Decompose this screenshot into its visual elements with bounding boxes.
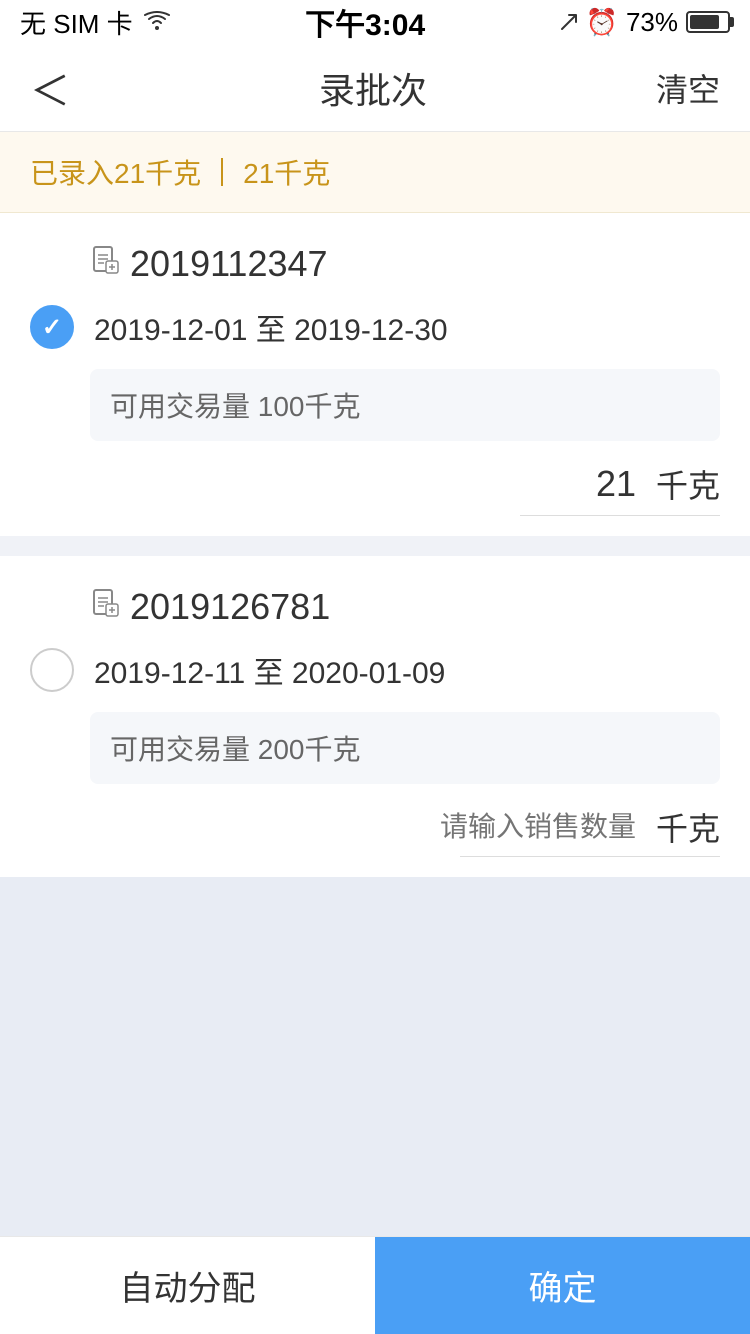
item-1-select-row[interactable]: 2019-12-01 至 2019-12-30 bbox=[30, 305, 720, 349]
back-button[interactable]: ＜ bbox=[30, 59, 90, 117]
carrier-text: 无 SIM 卡 bbox=[20, 4, 133, 41]
confirm-button[interactable]: 确定 bbox=[375, 1237, 750, 1334]
status-time: 下午3:04 bbox=[305, 0, 425, 44]
item-2-id: 2019126781 bbox=[130, 586, 330, 628]
entered-amount-label: 已录入21千克 bbox=[30, 152, 201, 192]
item-2-input-wrapper: 千克 bbox=[356, 804, 720, 857]
info-bar: 已录入21千克 21千克 bbox=[0, 132, 750, 213]
clear-button[interactable]: 清空 bbox=[656, 65, 720, 111]
location-icon bbox=[560, 7, 578, 38]
item-1-capacity-text: 可用交易量 100千克 bbox=[110, 391, 361, 422]
item-1-quantity-row: 21 千克 bbox=[0, 441, 750, 536]
status-bar: 无 SIM 卡 下午3:04 ⏰ 73% bbox=[0, 0, 750, 44]
item-1-header: 2019112347 bbox=[30, 243, 720, 285]
item-2-select-row[interactable]: 2019-12-11 至 2020-01-09 bbox=[30, 648, 720, 692]
item-1-quantity-container: 21 千克 bbox=[30, 461, 720, 516]
item-2-header: 2019126781 bbox=[30, 586, 720, 628]
auto-distribute-button[interactable]: 自动分配 bbox=[0, 1237, 375, 1334]
item-1-radio[interactable] bbox=[30, 305, 74, 349]
item-1-card: 2019112347 2019-12-01 至 2019-12-30 可用交易量… bbox=[0, 213, 750, 441]
document-icon-2 bbox=[90, 588, 120, 626]
section-divider-1 bbox=[0, 536, 750, 556]
page-title: 录批次 bbox=[319, 62, 427, 114]
item-2-input-line bbox=[460, 856, 720, 857]
item-1-quantity-line bbox=[520, 515, 720, 516]
item-1-capacity: 可用交易量 100千克 bbox=[90, 369, 720, 441]
item-2-quantity-input[interactable] bbox=[356, 811, 636, 843]
battery-percentage: 73% bbox=[626, 7, 678, 38]
item-2-input-row: 千克 bbox=[0, 784, 750, 877]
status-right: ⏰ 73% bbox=[560, 7, 730, 38]
alarm-icon: ⏰ bbox=[586, 7, 618, 38]
status-left: 无 SIM 卡 bbox=[20, 4, 171, 41]
nav-bar: ＜ 录批次 清空 bbox=[0, 44, 750, 132]
wifi-icon bbox=[143, 7, 171, 38]
document-icon-1 bbox=[90, 245, 120, 283]
item-1-quantity-unit: 千克 bbox=[656, 461, 720, 507]
item-2-date: 2019-12-11 至 2020-01-09 bbox=[94, 648, 445, 692]
info-divider bbox=[221, 158, 223, 186]
item-1-id: 2019112347 bbox=[130, 243, 328, 285]
item-2-capacity-text: 可用交易量 200千克 bbox=[110, 734, 361, 765]
item-2-card: 2019126781 2019-12-11 至 2020-01-09 可用交易量… bbox=[0, 556, 750, 877]
battery-icon bbox=[686, 11, 730, 33]
item-1-date: 2019-12-01 至 2019-12-30 bbox=[94, 305, 448, 349]
item-2-capacity: 可用交易量 200千克 bbox=[90, 712, 720, 784]
item-2-unit: 千克 bbox=[656, 804, 720, 850]
item-2-radio[interactable] bbox=[30, 648, 74, 692]
entered-amount-value: 21千克 bbox=[243, 152, 330, 192]
bottom-bar: 自动分配 确定 bbox=[0, 1236, 750, 1334]
item-1-quantity-value: 21 bbox=[596, 463, 636, 505]
item-2-inner: 2019126781 2019-12-11 至 2020-01-09 可用交易量… bbox=[0, 556, 750, 784]
